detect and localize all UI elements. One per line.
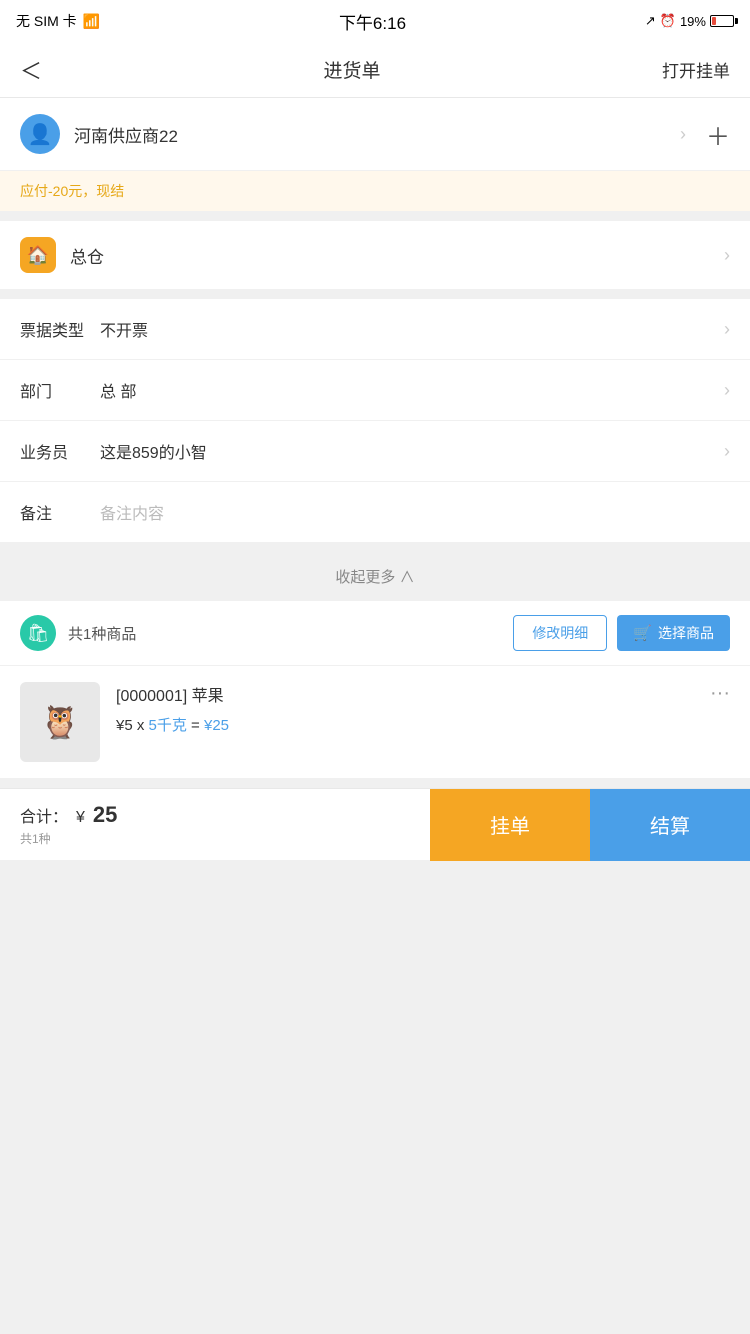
total-section: 合计： ¥ 25 共1种 [0,792,430,857]
total-value: ¥25 [204,717,229,734]
battery-icon [710,15,734,27]
supplier-name: 河南供应商22 [74,122,680,147]
warehouse-section[interactable]: 🏠 总仓 › [0,221,750,289]
notice-bar: 应付-20元，现结 [0,171,750,211]
select-product-button[interactable]: 🛒 选择商品 [617,615,730,651]
bottom-bar: 合计： ¥ 25 共1种 挂单 结算 [0,788,750,860]
product-item: 🦉 [0000001] 苹果 ¥5 x 5千克 = ¥25 ··· [0,666,750,778]
status-right: ↗ ⏰ 19% [645,13,734,29]
shopping-icon: 🛍 [27,623,50,644]
modify-detail-button[interactable]: 修改明细 [513,615,607,651]
price-separator: x [137,717,149,734]
remark-input[interactable]: 备注内容 [100,500,730,524]
page-title: 进货单 [324,56,381,83]
wifi-icon: 📶 [83,13,100,30]
product-price: ¥5 x 5千克 = ¥25 [116,714,700,735]
invoice-type-label: 票据类型 [20,317,100,341]
location-icon: ↗ [645,13,656,29]
supplier-row[interactable]: 👤 河南供应商22 › ＋ [0,98,750,171]
product-title: 苹果 [192,688,224,705]
person-icon: 👤 [28,122,53,147]
product-code: [0000001] [116,688,187,705]
products-section: 🛍 共1种商品 修改明细 🛒 选择商品 🦉 [0000001] 苹果 ¥5 [0,601,750,778]
department-value: 总 部 [100,378,724,402]
notice-text: 应付-20元，现结 [20,183,124,199]
salesperson-arrow: › [724,441,730,462]
department-row[interactable]: 部门 总 部 › [0,360,750,421]
back-button[interactable]: ＜ [20,54,42,86]
nav-bar: ＜ 进货单 打开挂单 [0,42,750,98]
supplier-section: 👤 河南供应商22 › ＋ 应付-20元，现结 [0,98,750,211]
warehouse-label: 总仓 [70,243,724,268]
warehouse-icon: 🏠 [20,237,56,273]
products-count: 共1种商品 [68,623,513,644]
select-label: 选择商品 [658,623,714,643]
invoice-type-row[interactable]: 票据类型 不开票 › [0,299,750,360]
qty-value: 5千克 [149,717,187,734]
price-value: ¥5 [116,717,133,734]
status-left: 无 SIM 卡 📶 [16,11,100,31]
cart-icon: 🛒 [633,624,652,642]
content-area: 👤 河南供应商22 › ＋ 应付-20元，现结 🏠 总仓 › 票据类型 不开票 … [0,98,750,778]
invoice-type-value: 不开票 [100,317,724,341]
total-text: 合计： [20,803,68,827]
status-time: 下午6:16 [339,9,406,34]
status-bar: 无 SIM 卡 📶 下午6:16 ↗ ⏰ 19% [0,0,750,42]
battery-percent: 19% [680,14,706,29]
total-symbol: ¥ [76,809,85,827]
invoice-type-arrow: › [724,319,730,340]
home-icon: 🏠 [27,245,49,266]
supplier-avatar: 👤 [20,114,60,154]
open-hang-button[interactable]: 打开挂单 [662,57,730,82]
equals-sign: = [191,717,204,734]
carrier-label: 无 SIM 卡 [16,11,77,31]
owl-icon: 🦉 [40,703,80,741]
department-arrow: › [724,380,730,401]
product-thumbnail: 🦉 [20,682,100,762]
total-count: 共1种 [20,830,410,847]
department-label: 部门 [20,378,100,402]
alarm-icon: ⏰ [660,13,676,29]
product-more-button[interactable]: ··· [700,682,730,705]
salesperson-row[interactable]: 业务员 这是859的小智 › [0,421,750,482]
product-name: [0000001] 苹果 [116,682,700,706]
product-info: [0000001] 苹果 ¥5 x 5千克 = ¥25 [116,682,700,735]
total-amount: 25 [93,802,117,828]
form-section: 票据类型 不开票 › 部门 总 部 › 业务员 这是859的小智 › 备注 备注… [0,299,750,542]
add-supplier-button[interactable]: ＋ [706,117,730,152]
salesperson-label: 业务员 [20,439,100,463]
remark-label: 备注 [20,500,100,524]
salesperson-value: 这是859的小智 [100,439,724,463]
remark-row[interactable]: 备注 备注内容 [0,482,750,542]
warehouse-arrow-icon: › [724,245,730,266]
products-header: 🛍 共1种商品 修改明细 🛒 选择商品 [0,601,750,666]
checkout-button[interactable]: 结算 [590,789,750,861]
collapse-button[interactable]: 收起更多 ∧ [0,552,750,601]
products-icon: 🛍 [20,615,56,651]
total-label: 合计： ¥ 25 [20,802,410,828]
supplier-arrow-icon: › [680,124,686,145]
hang-button[interactable]: 挂单 [430,789,590,861]
